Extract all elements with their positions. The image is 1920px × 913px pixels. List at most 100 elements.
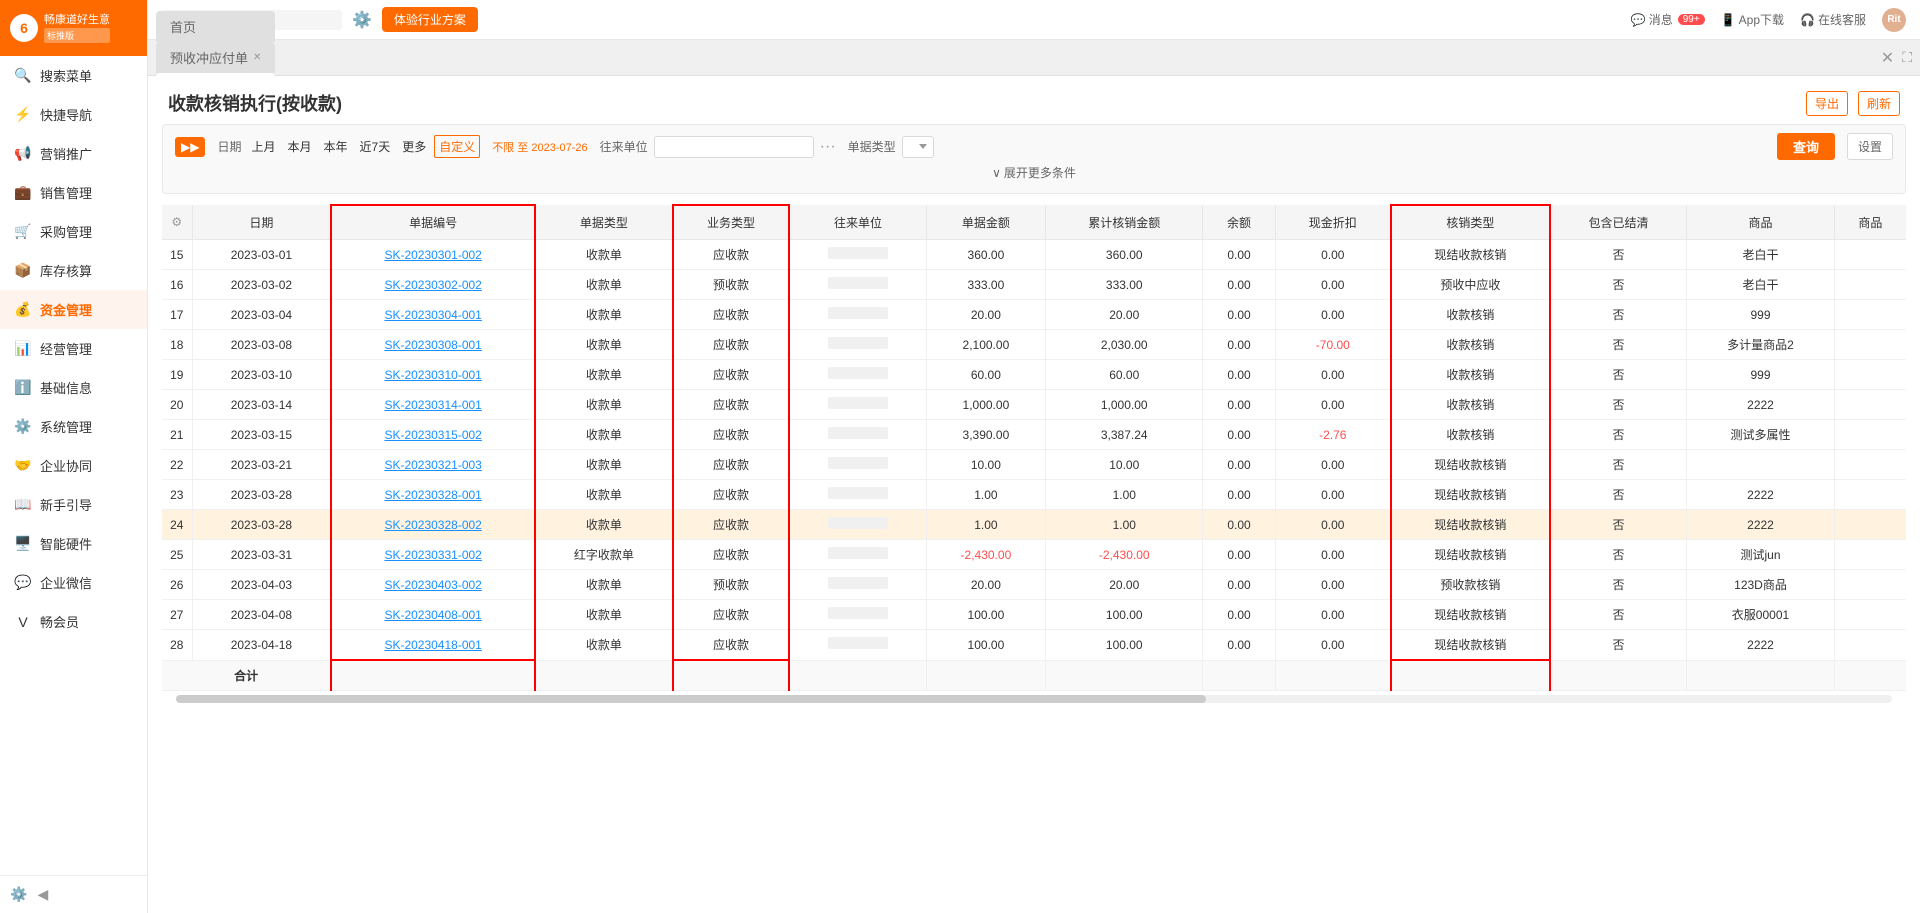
col-amount[interactable]: 单据金额: [926, 205, 1046, 240]
sidebar-item-搜索菜单[interactable]: 🔍搜索菜单: [0, 56, 147, 95]
row-partner: [789, 300, 926, 330]
total-biz-type: [673, 660, 790, 690]
col-date[interactable]: 日期: [192, 205, 331, 240]
bill-no-link[interactable]: SK-20230403-002: [384, 578, 481, 592]
filter-setting-button[interactable]: 设置: [1847, 133, 1893, 160]
bill-no-link[interactable]: SK-20230310-001: [384, 368, 481, 382]
col-settings[interactable]: ⚙: [162, 205, 192, 240]
sidebar-item-新手引导[interactable]: 📖新手引导: [0, 485, 147, 524]
user-avatar[interactable]: Rit: [1882, 8, 1906, 32]
col-goods1[interactable]: 商品: [1687, 205, 1835, 240]
col-bill-type[interactable]: 单据类型: [535, 205, 673, 240]
sidebar-item-营销推广[interactable]: 📢营销推广: [0, 134, 147, 173]
row-bill-type: 收款单: [535, 570, 673, 600]
solution-button[interactable]: 体验行业方案: [382, 7, 478, 32]
sidebar-bottom[interactable]: ⚙️ ◀: [0, 875, 147, 913]
app-download-action[interactable]: 📱 App下载: [1721, 11, 1784, 28]
row-cancel-type: 现结收款核销: [1391, 630, 1550, 661]
sidebar-label-9: 系统管理: [40, 417, 92, 436]
total-bill-type: [535, 660, 673, 690]
row-bill-type: 收款单: [535, 390, 673, 420]
custom-date-btn[interactable]: 自定义: [434, 135, 480, 158]
online-service-action[interactable]: 🎧 在线客服: [1800, 11, 1866, 28]
row-settled: 否: [1550, 390, 1687, 420]
bill-no-link[interactable]: SK-20230315-002: [384, 428, 481, 442]
bill-no-link[interactable]: SK-20230328-001: [384, 488, 481, 502]
row-cancel-type: 收款核销: [1391, 360, 1550, 390]
col-acc-amount[interactable]: 累计核销金额: [1046, 205, 1203, 240]
sidebar-item-企业微信[interactable]: 💬企业微信: [0, 563, 147, 602]
row-bill-type: 收款单: [535, 360, 673, 390]
row-cancel-type: 预收中应收: [1391, 270, 1550, 300]
bill-no-link[interactable]: SK-20230301-002: [384, 248, 481, 262]
bill-no-link[interactable]: SK-20230314-001: [384, 398, 481, 412]
expand-more-btn[interactable]: ∨ 展开更多条件: [992, 164, 1076, 181]
bill-no-link[interactable]: SK-20230418-001: [384, 638, 481, 652]
sidebar-item-畅会员[interactable]: V畅会员: [0, 602, 147, 641]
bill-no-link[interactable]: SK-20230304-001: [384, 308, 481, 322]
sidebar-item-库存核算[interactable]: 📦库存核算: [0, 251, 147, 290]
horizontal-scrollbar[interactable]: [162, 691, 1906, 703]
message-action[interactable]: 💬 消息 99+: [1631, 11, 1705, 28]
sidebar-item-快捷导航[interactable]: ⚡快捷导航: [0, 95, 147, 134]
bill-no-link[interactable]: SK-20230328-002: [384, 518, 481, 532]
this-month-btn[interactable]: 本月: [284, 135, 316, 158]
sidebar-item-基础信息[interactable]: ℹ️基础信息: [0, 368, 147, 407]
tab-1[interactable]: 预收冲应付单✕: [156, 42, 275, 73]
col-biz-type[interactable]: 业务类型: [673, 205, 790, 240]
sidebar-item-智能硬件[interactable]: 🖥️智能硬件: [0, 524, 147, 563]
col-settled[interactable]: 包含已结清: [1550, 205, 1687, 240]
partner-filter: 往来单位 ···: [600, 136, 836, 158]
table-row: 25 2023-03-31 SK-20230331-002 红字收款单 应收款 …: [162, 540, 1906, 570]
receipt-type-select[interactable]: [902, 136, 934, 158]
col-goods2[interactable]: 商品: [1834, 205, 1906, 240]
filter-bar: ▶▶ 日期 上月 本月 本年 近7天 更多 自定义 不限 至 2023-07-2…: [162, 124, 1906, 194]
tab-close-1[interactable]: ✕: [253, 52, 261, 63]
col-cancel-type[interactable]: 核销类型: [1391, 205, 1550, 240]
bill-no-link[interactable]: SK-20230308-001: [384, 338, 481, 352]
settings-icon[interactable]: ⚙️: [10, 886, 27, 903]
tab-0[interactable]: 首页: [156, 11, 275, 42]
collapse-icon[interactable]: ◀: [37, 886, 48, 903]
bill-no-link[interactable]: SK-20230321-003: [384, 458, 481, 472]
close-tab-icon[interactable]: ✕: [1881, 48, 1894, 68]
col-partner[interactable]: 往来单位: [789, 205, 926, 240]
row-bill-type: 收款单: [535, 600, 673, 630]
bill-no-link[interactable]: SK-20230408-001: [384, 608, 481, 622]
last-7days-btn[interactable]: 近7天: [356, 135, 395, 158]
query-button[interactable]: 查询: [1777, 133, 1835, 160]
col-bill-no[interactable]: 单据编号: [331, 205, 535, 240]
col-discount[interactable]: 现金折扣: [1275, 205, 1391, 240]
last-month-btn[interactable]: 上月: [247, 135, 279, 158]
sidebar-item-经营管理[interactable]: 📊经营管理: [0, 329, 147, 368]
row-partner: [789, 420, 926, 450]
partner-dots[interactable]: ···: [820, 138, 836, 156]
topbar-gear-icon[interactable]: ⚙️: [352, 10, 372, 30]
total-cancel-type: [1391, 660, 1550, 690]
bill-no-link[interactable]: SK-20230331-002: [384, 548, 481, 562]
sidebar-item-销售管理[interactable]: 💼销售管理: [0, 173, 147, 212]
row-goods2: [1834, 330, 1906, 360]
sidebar-item-采购管理[interactable]: 🛒采购管理: [0, 212, 147, 251]
filter-expand-button[interactable]: ▶▶: [175, 137, 205, 157]
partner-blurred: [828, 607, 888, 619]
col-balance[interactable]: 余额: [1203, 205, 1275, 240]
bill-no-link[interactable]: SK-20230302-002: [384, 278, 481, 292]
refresh-button[interactable]: 刷新: [1858, 91, 1900, 116]
date-sub-text: 不限 至 2023-07-26: [492, 139, 587, 155]
export-button[interactable]: 导出: [1806, 91, 1848, 116]
row-acc-amount: 100.00: [1046, 630, 1203, 661]
this-year-btn[interactable]: 本年: [320, 135, 352, 158]
sidebar-item-资金管理[interactable]: 💰资金管理: [0, 290, 147, 329]
table-row: 19 2023-03-10 SK-20230310-001 收款单 应收款 60…: [162, 360, 1906, 390]
row-biz-type: 应收款: [673, 480, 790, 510]
sidebar-icon-0: 🔍: [14, 67, 32, 85]
expand-tab-icon[interactable]: ⛶: [1902, 49, 1912, 66]
row-bill-no: SK-20230403-002: [331, 570, 535, 600]
row-bill-no: SK-20230314-001: [331, 390, 535, 420]
sidebar-item-企业协同[interactable]: 🤝企业协同: [0, 446, 147, 485]
row-bill-type: 收款单: [535, 420, 673, 450]
more-date-btn[interactable]: 更多: [398, 135, 430, 158]
sidebar-item-系统管理[interactable]: ⚙️系统管理: [0, 407, 147, 446]
partner-input[interactable]: [654, 136, 814, 158]
